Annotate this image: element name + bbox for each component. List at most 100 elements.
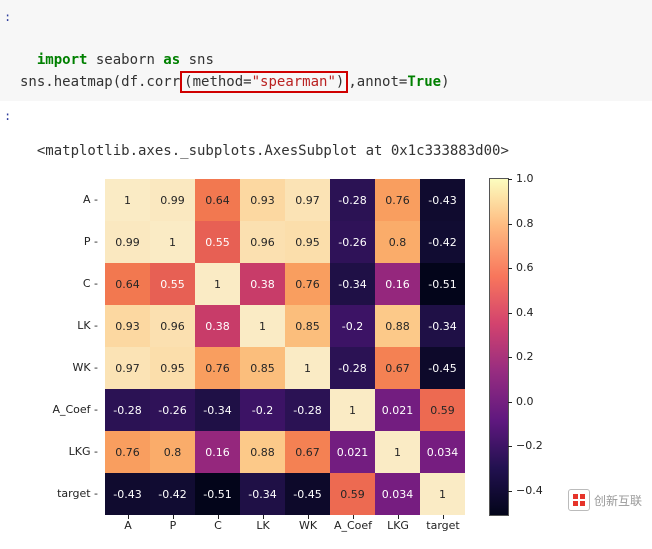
colorbar-label: −0.2 bbox=[516, 439, 543, 452]
y-axis-label: P - bbox=[50, 235, 98, 248]
colorbar-tick bbox=[508, 179, 512, 180]
heatmap-cell: -0.34 bbox=[195, 389, 240, 431]
heatmap-cell: -0.34 bbox=[420, 305, 465, 347]
colorbar-label: 0.2 bbox=[516, 350, 534, 363]
x-axis-label: C bbox=[196, 519, 241, 532]
heatmap-cell: -0.28 bbox=[330, 347, 375, 389]
x-axis-label: target bbox=[421, 519, 466, 532]
heatmap-cell: 0.8 bbox=[375, 221, 420, 263]
kw-import: import bbox=[37, 52, 88, 68]
heatmap-cell: -0.51 bbox=[420, 263, 465, 305]
heatmap-cell: 1 bbox=[150, 221, 195, 263]
colorbar bbox=[490, 179, 508, 515]
heatmap-cell: 0.64 bbox=[105, 263, 150, 305]
heatmap-figure: 10.990.640.930.97-0.280.76-0.430.9910.55… bbox=[50, 169, 610, 549]
colorbar-tick bbox=[508, 268, 512, 269]
heatmap-cell: -0.28 bbox=[285, 389, 330, 431]
heatmap-cell: 0.16 bbox=[195, 431, 240, 473]
heatmap-grid: 10.990.640.930.97-0.280.76-0.430.9910.55… bbox=[105, 179, 465, 515]
heatmap-cell: 0.76 bbox=[285, 263, 330, 305]
x-axis-label: LKG bbox=[376, 519, 421, 532]
highlighted-argument: (method="spearman") bbox=[180, 71, 348, 93]
heatmap-cell: 0.55 bbox=[150, 263, 195, 305]
heatmap-cell: 0.85 bbox=[240, 347, 285, 389]
code-cell: : import seaborn as sns sns.heatmap(df.c… bbox=[0, 0, 652, 101]
heatmap-cell: 0.76 bbox=[105, 431, 150, 473]
x-axis-label: A bbox=[106, 519, 151, 532]
colorbar-label: 1.0 bbox=[516, 172, 534, 185]
y-axis-label: LK - bbox=[50, 319, 98, 332]
heatmap-cell: 0.95 bbox=[285, 221, 330, 263]
heatmap-cell: -0.45 bbox=[285, 473, 330, 515]
heatmap-cell: 1 bbox=[195, 263, 240, 305]
heatmap-cell: 0.96 bbox=[150, 305, 195, 347]
y-axis-label: C - bbox=[50, 277, 98, 290]
heatmap-cell: -0.51 bbox=[195, 473, 240, 515]
heatmap-cell: -0.28 bbox=[105, 389, 150, 431]
heatmap-cell: 0.67 bbox=[285, 431, 330, 473]
x-axis-label: LK bbox=[241, 519, 286, 532]
heatmap-cell: 1 bbox=[285, 347, 330, 389]
heatmap-cell: 0.55 bbox=[195, 221, 240, 263]
colorbar-label: 0.6 bbox=[516, 261, 534, 274]
colorbar-label: 0.4 bbox=[516, 306, 534, 319]
heatmap-cell: 1 bbox=[240, 305, 285, 347]
y-axis-label: LKG - bbox=[50, 445, 98, 458]
heatmap-cell: 0.97 bbox=[285, 179, 330, 221]
heatmap-cell: 0.88 bbox=[240, 431, 285, 473]
heatmap-cell: -0.34 bbox=[330, 263, 375, 305]
heatmap-cell: 0.59 bbox=[330, 473, 375, 515]
heatmap-cell: 0.93 bbox=[240, 179, 285, 221]
colorbar-tick bbox=[508, 491, 512, 492]
heatmap-cell: 0.16 bbox=[375, 263, 420, 305]
code-line-1: import seaborn as sns bbox=[37, 52, 214, 68]
heatmap-cell: -0.45 bbox=[420, 347, 465, 389]
heatmap-cell: 0.93 bbox=[105, 305, 150, 347]
heatmap-cell: 0.034 bbox=[375, 473, 420, 515]
heatmap-cell: 0.034 bbox=[420, 431, 465, 473]
y-axis-label: A - bbox=[50, 193, 98, 206]
heatmap-cell: -0.2 bbox=[240, 389, 285, 431]
watermark-text: 创新互联 bbox=[594, 492, 642, 509]
heatmap-cell: 1 bbox=[420, 473, 465, 515]
watermark-logo-icon bbox=[568, 489, 590, 511]
y-axis-label: target - bbox=[50, 487, 98, 500]
kw-as: as bbox=[163, 52, 180, 68]
x-axis-label: WK bbox=[286, 519, 331, 532]
y-axis-label: A_Coef - bbox=[50, 403, 98, 416]
colorbar-label: 0.0 bbox=[516, 395, 534, 408]
input-prompt: : bbox=[4, 8, 11, 26]
colorbar-label: −0.4 bbox=[516, 484, 543, 497]
colorbar-tick bbox=[508, 357, 512, 358]
heatmap-cell: 0.64 bbox=[195, 179, 240, 221]
heatmap-cell: -0.26 bbox=[150, 389, 195, 431]
x-axis-label: A_Coef bbox=[331, 519, 376, 532]
heatmap-cell: 0.8 bbox=[150, 431, 195, 473]
heatmap-cell: 0.99 bbox=[150, 179, 195, 221]
heatmap-cell: -0.43 bbox=[105, 473, 150, 515]
colorbar-label: 0.8 bbox=[516, 217, 534, 230]
heatmap-cell: 0.67 bbox=[375, 347, 420, 389]
heatmap-cell: 0.59 bbox=[420, 389, 465, 431]
heatmap-cell: -0.26 bbox=[330, 221, 375, 263]
heatmap-cell: 0.96 bbox=[240, 221, 285, 263]
heatmap-cell: 0.99 bbox=[105, 221, 150, 263]
colorbar-tick bbox=[508, 446, 512, 447]
heatmap-cell: 0.38 bbox=[240, 263, 285, 305]
heatmap-cell: -0.34 bbox=[240, 473, 285, 515]
heatmap-cell: -0.42 bbox=[420, 221, 465, 263]
heatmap-cell: 0.97 bbox=[105, 347, 150, 389]
watermark: 创新互联 bbox=[568, 489, 642, 511]
heatmap-cell: 0.88 bbox=[375, 305, 420, 347]
output-prompt: : bbox=[4, 109, 11, 123]
heatmap-cell: -0.2 bbox=[330, 305, 375, 347]
heatmap-cell: 0.76 bbox=[195, 347, 240, 389]
heatmap-cell: -0.43 bbox=[420, 179, 465, 221]
code-line-2: sns.heatmap(df.corr(method="spearman"),a… bbox=[20, 74, 450, 90]
heatmap-cell: -0.28 bbox=[330, 179, 375, 221]
heatmap-cell: 0.38 bbox=[195, 305, 240, 347]
heatmap-cell: 0.85 bbox=[285, 305, 330, 347]
output-repr: : <matplotlib.axes._subplots.AxesSubplot… bbox=[0, 101, 652, 165]
colorbar-tick bbox=[508, 224, 512, 225]
heatmap-cell: 1 bbox=[375, 431, 420, 473]
